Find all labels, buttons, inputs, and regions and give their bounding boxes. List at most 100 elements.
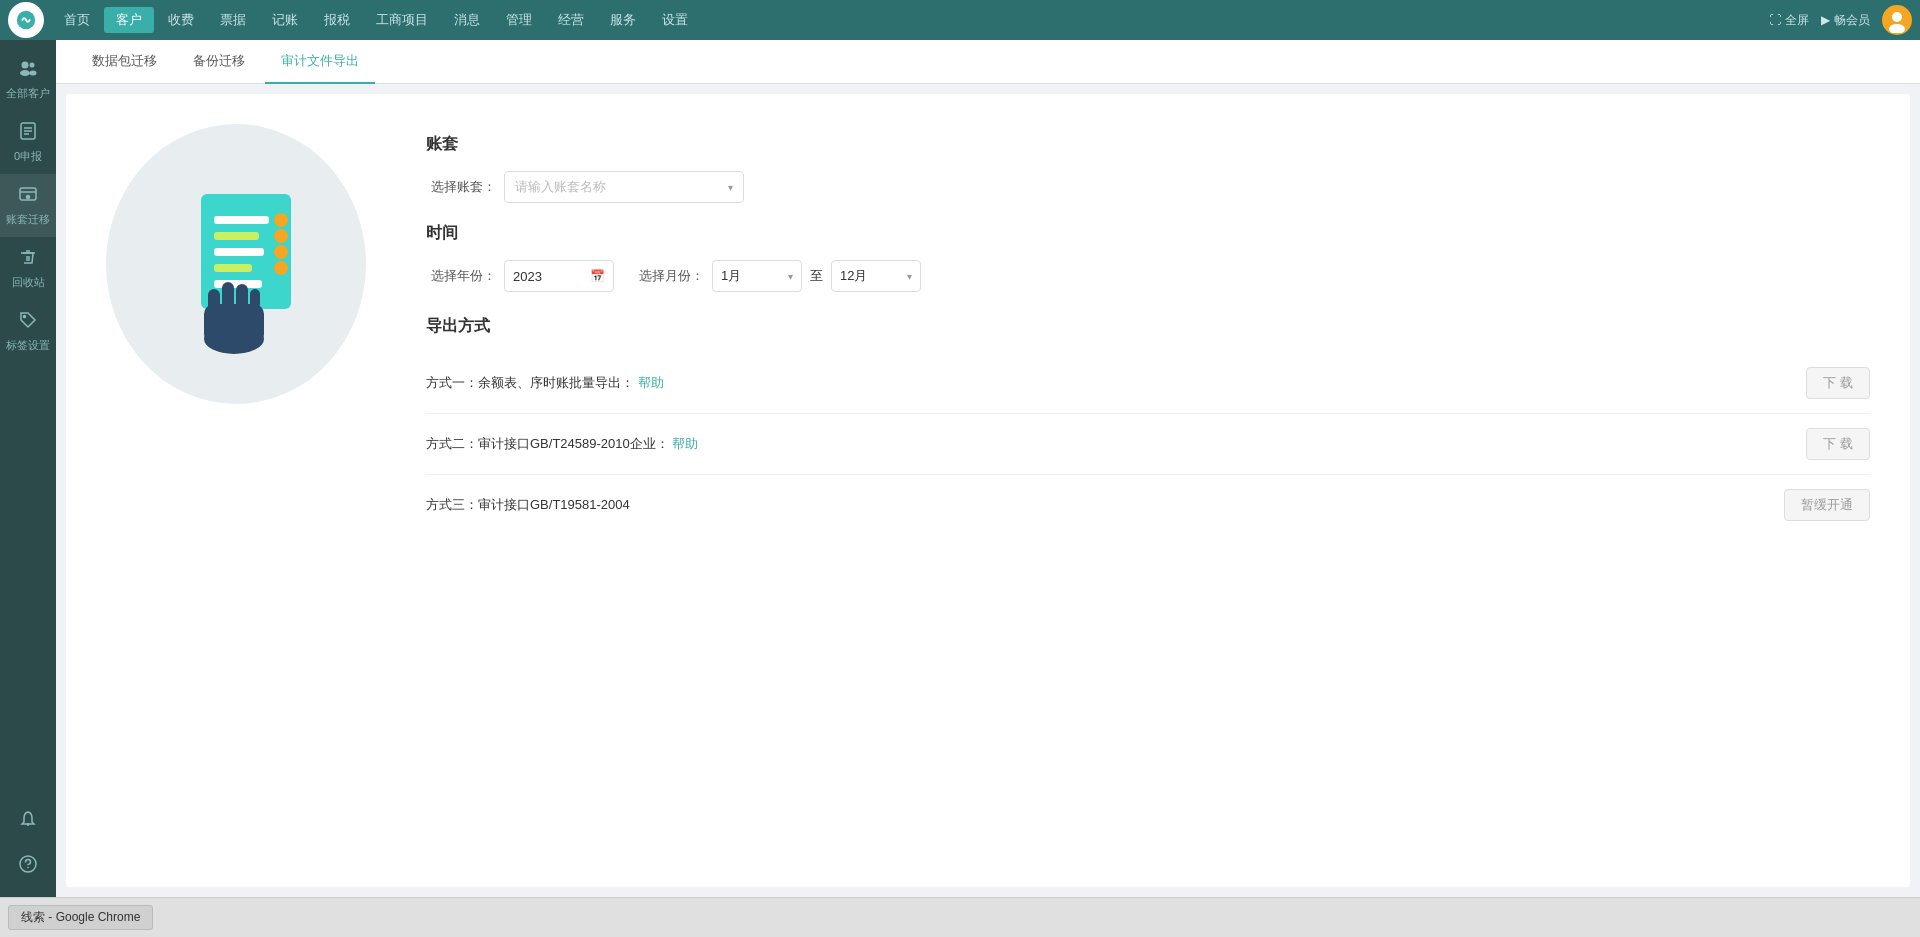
month-from-value: 1月 — [721, 267, 741, 285]
sidebar-bottom — [0, 799, 56, 897]
svg-rect-38 — [250, 289, 260, 309]
svg-point-18 — [24, 316, 26, 318]
nav-bookkeep[interactable]: 记账 — [260, 7, 310, 33]
fullscreen-button[interactable]: ⛶ 全屏 — [1769, 12, 1809, 29]
export-method-2-help-link[interactable]: 帮助 — [672, 436, 698, 451]
svg-point-4 — [30, 63, 35, 68]
sidebar-label-all-clients: 全部客户 — [6, 86, 50, 101]
svg-point-29 — [274, 213, 288, 227]
svg-rect-37 — [236, 284, 248, 310]
month-label: 选择月份： — [634, 267, 704, 285]
svg-point-5 — [20, 70, 30, 76]
tag-settings-icon — [18, 310, 38, 335]
calendar-icon: 📅 — [590, 269, 605, 283]
export-method-1-download-button[interactable]: 下 载 — [1806, 367, 1870, 399]
nav-manage[interactable]: 管理 — [494, 7, 544, 33]
nav-home[interactable]: 首页 — [52, 7, 102, 33]
export-section: 导出方式 方式一：余额表、序时账批量导出： 帮助 下 载 方式二：审计接口GB/… — [426, 316, 1870, 535]
all-clients-icon — [18, 58, 38, 83]
month-from-select[interactable]: 1月 ▾ — [712, 260, 802, 292]
svg-rect-27 — [214, 264, 252, 272]
account-select-chevron-icon: ▾ — [728, 182, 733, 193]
sub-tabs: 数据包迁移 备份迁移 审计文件导出 — [56, 40, 1920, 84]
play-icon: ▶ — [1821, 13, 1830, 27]
month-to-select[interactable]: 12月 ▾ — [831, 260, 921, 292]
account-placeholder: 请输入账套名称 — [515, 178, 606, 196]
tab-audit-export[interactable]: 审计文件导出 — [265, 40, 375, 84]
year-label: 选择年份： — [426, 267, 496, 285]
export-method-2-download-button[interactable]: 下 载 — [1806, 428, 1870, 460]
nav-settings[interactable]: 设置 — [650, 7, 700, 33]
top-navigation: 首页 客户 收费 票据 记账 报税 工商项目 消息 管理 经营 服务 设置 ⛶ … — [0, 0, 1920, 40]
nav-client[interactable]: 客户 — [104, 7, 154, 33]
sidebar-label-tag-settings: 标签设置 — [6, 338, 50, 353]
month-to-value: 12月 — [840, 267, 867, 285]
nav-message[interactable]: 消息 — [442, 7, 492, 33]
year-input[interactable]: 2023 📅 — [504, 260, 614, 292]
notify-icon — [18, 809, 38, 834]
export-method-2-label: 方式二：审计接口GB/T24589-2010企业： 帮助 — [426, 435, 698, 453]
sidebar-item-all-clients[interactable]: 全部客户 — [0, 48, 56, 111]
export-method-3-label: 方式三：审计接口GB/T19581-2004 — [426, 496, 630, 514]
time-section-title: 时间 — [426, 223, 1870, 244]
svg-point-2 — [1889, 24, 1905, 33]
svg-rect-35 — [208, 289, 220, 311]
account-select-row: 选择账套： 请输入账套名称 ▾ — [426, 171, 1870, 203]
svg-point-13 — [27, 196, 30, 199]
sidebar-notify[interactable] — [0, 799, 56, 844]
export-method-3-row: 方式三：审计接口GB/T19581-2004 暂缓开通 — [426, 475, 1870, 535]
year-value: 2023 — [513, 269, 542, 284]
tab-backup-migrate[interactable]: 备份迁移 — [177, 40, 261, 84]
fullscreen-icon: ⛶ — [1769, 13, 1781, 27]
nav-bizproject[interactable]: 工商项目 — [364, 7, 440, 33]
app-logo — [8, 2, 44, 38]
account-migrate-icon — [18, 184, 38, 209]
zero-report-icon — [18, 121, 38, 146]
svg-rect-24 — [214, 216, 269, 224]
page-content: 账套 选择账套： 请输入账套名称 ▾ 时间 选择年 — [66, 94, 1910, 887]
sidebar-label-recycle: 回收站 — [12, 275, 45, 290]
svg-rect-25 — [214, 232, 259, 240]
tab-data-migrate[interactable]: 数据包迁移 — [76, 40, 173, 84]
svg-point-32 — [274, 261, 288, 275]
help-icon — [18, 854, 38, 879]
nav-fee[interactable]: 收费 — [156, 7, 206, 33]
export-method-1-label: 方式一：余额表、序时账批量导出： 帮助 — [426, 374, 664, 392]
sidebar-label-zero-report: 0申报 — [14, 149, 42, 164]
sidebar-help[interactable] — [0, 844, 56, 889]
svg-point-3 — [22, 62, 29, 69]
taskbar-chrome-item[interactable]: 线索 - Google Chrome — [8, 905, 153, 930]
sidebar-label-account-migrate: 账套迁移 — [6, 212, 50, 227]
illustration — [106, 124, 366, 404]
sidebar: 全部客户 0申报 账套迁移 — [0, 40, 56, 897]
month-to-chevron-icon: ▾ — [907, 271, 912, 282]
nav-tax[interactable]: 报税 — [312, 7, 362, 33]
svg-rect-26 — [214, 248, 264, 256]
sidebar-item-zero-report[interactable]: 0申报 — [0, 111, 56, 174]
time-section: 时间 选择年份： 2023 📅 选择月份： 1月 ▾ — [426, 223, 1870, 292]
nav-service[interactable]: 服务 — [598, 7, 648, 33]
export-method-2-row: 方式二：审计接口GB/T24589-2010企业： 帮助 下 载 — [426, 414, 1870, 475]
account-section: 账套 选择账套： 请输入账套名称 ▾ — [426, 134, 1870, 203]
account-section-title: 账套 — [426, 134, 1870, 155]
sidebar-item-tag-settings[interactable]: 标签设置 — [0, 300, 56, 363]
main-layout: 全部客户 0申报 账套迁移 — [0, 40, 1920, 897]
nav-operate[interactable]: 经营 — [546, 7, 596, 33]
nav-invoice[interactable]: 票据 — [208, 7, 258, 33]
sidebar-item-recycle[interactable]: 回收站 — [0, 237, 56, 300]
sidebar-item-account-migrate[interactable]: 账套迁移 — [0, 174, 56, 237]
nav-items: 首页 客户 收费 票据 记账 报税 工商项目 消息 管理 经营 服务 设置 — [52, 7, 1769, 33]
form-right: 账套 选择账套： 请输入账套名称 ▾ 时间 选择年 — [426, 124, 1870, 535]
export-method-1-row: 方式一：余额表、序时账批量导出： 帮助 下 载 — [426, 353, 1870, 414]
account-select-input[interactable]: 请输入账套名称 ▾ — [504, 171, 744, 203]
export-method-1-help-link[interactable]: 帮助 — [638, 375, 664, 390]
svg-point-31 — [274, 245, 288, 259]
svg-point-22 — [27, 867, 29, 869]
svg-point-30 — [274, 229, 288, 243]
member-button[interactable]: ▶ 畅会员 — [1821, 12, 1870, 29]
avatar[interactable] — [1882, 5, 1912, 35]
export-method-3-open-button[interactable]: 暂缓开通 — [1784, 489, 1870, 521]
taskbar: 线索 - Google Chrome — [0, 897, 1920, 937]
to-text: 至 — [810, 267, 823, 285]
time-row: 选择年份： 2023 📅 选择月份： 1月 ▾ 至 — [426, 260, 1870, 292]
